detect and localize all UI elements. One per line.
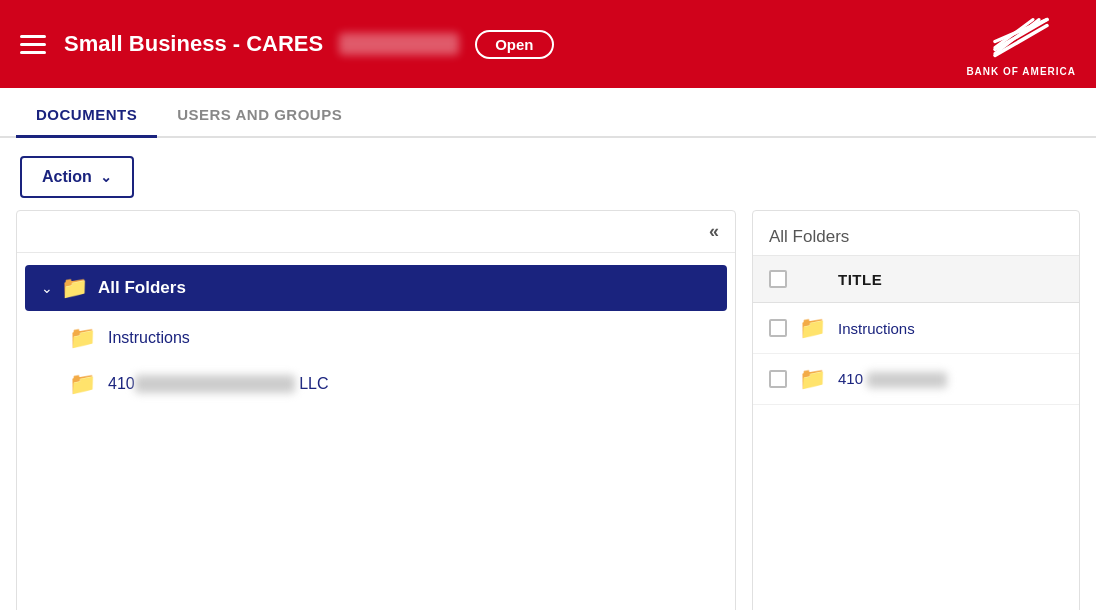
folder-icon: 📁 (799, 366, 826, 392)
folder-label-prefix: 410 (108, 375, 135, 392)
table-row[interactable]: 📁 410 (753, 354, 1079, 405)
title-column-header: TITLE (838, 271, 882, 288)
table-row[interactable]: 📁 Instructions (753, 303, 1079, 354)
select-all-checkbox[interactable] (769, 270, 787, 288)
row-checkbox[interactable] (769, 370, 787, 388)
toolbar: Action ⌄ (0, 138, 1096, 210)
row-checkbox[interactable] (769, 319, 787, 337)
row-label: Instructions (838, 320, 915, 337)
action-button-label: Action (42, 168, 92, 186)
tab-navigation: DOCUMENTS USERS AND GROUPS (0, 88, 1096, 138)
chevron-down-icon: ⌄ (41, 280, 53, 296)
collapse-panel-button[interactable]: « (709, 221, 719, 242)
app-title: Small Business - CARES (64, 31, 323, 57)
right-panel-title: All Folders (753, 211, 1079, 256)
folder-icon: 📁 (799, 315, 826, 341)
list-item[interactable]: 📁 410 LLC (17, 361, 735, 407)
folder-name-blur (135, 375, 295, 393)
folder-label: Instructions (108, 329, 190, 347)
folder-tree: ⌄ 📁 All Folders 📁 Instructions 📁 410 LLC (17, 253, 735, 415)
boa-logo-text: BANK OF AMERICA (966, 66, 1076, 77)
table-header-row: 📁 TITLE (753, 256, 1079, 303)
folder-label: 410 LLC (108, 375, 329, 394)
boa-logo-icon (985, 12, 1057, 64)
main-content: « ⌄ 📁 All Folders 📁 Instructions 📁 410 L… (0, 210, 1096, 610)
all-folders-label: All Folders (98, 278, 186, 298)
row-label: 410 (838, 370, 947, 388)
bank-of-america-logo: BANK OF AMERICA (966, 12, 1076, 77)
folder-tree-panel: « ⌄ 📁 All Folders 📁 Instructions 📁 410 L… (16, 210, 736, 610)
svg-line-5 (995, 20, 1039, 54)
hamburger-menu-icon[interactable] (20, 35, 46, 54)
row-name-blur (867, 372, 947, 388)
folder-label-suffix: LLC (295, 375, 329, 392)
action-button[interactable]: Action ⌄ (20, 156, 134, 198)
all-folders-root-item[interactable]: ⌄ 📁 All Folders (25, 265, 727, 311)
list-item[interactable]: 📁 Instructions (17, 315, 735, 361)
panel-header: « (17, 211, 735, 253)
account-id-blur (339, 33, 459, 55)
open-badge-button[interactable]: Open (475, 30, 553, 59)
tab-documents[interactable]: DOCUMENTS (16, 88, 157, 138)
folder-icon: 📁 (61, 275, 88, 301)
documents-list-panel: All Folders 📁 TITLE 📁 Instructions 📁 410 (752, 210, 1080, 610)
chevron-down-icon: ⌄ (100, 169, 112, 185)
tab-users-and-groups[interactable]: USERS AND GROUPS (157, 88, 362, 138)
app-header: Small Business - CARES Open BANK OF AMER… (0, 0, 1096, 88)
folder-icon: 📁 (69, 371, 96, 397)
folder-icon: 📁 (69, 325, 96, 351)
